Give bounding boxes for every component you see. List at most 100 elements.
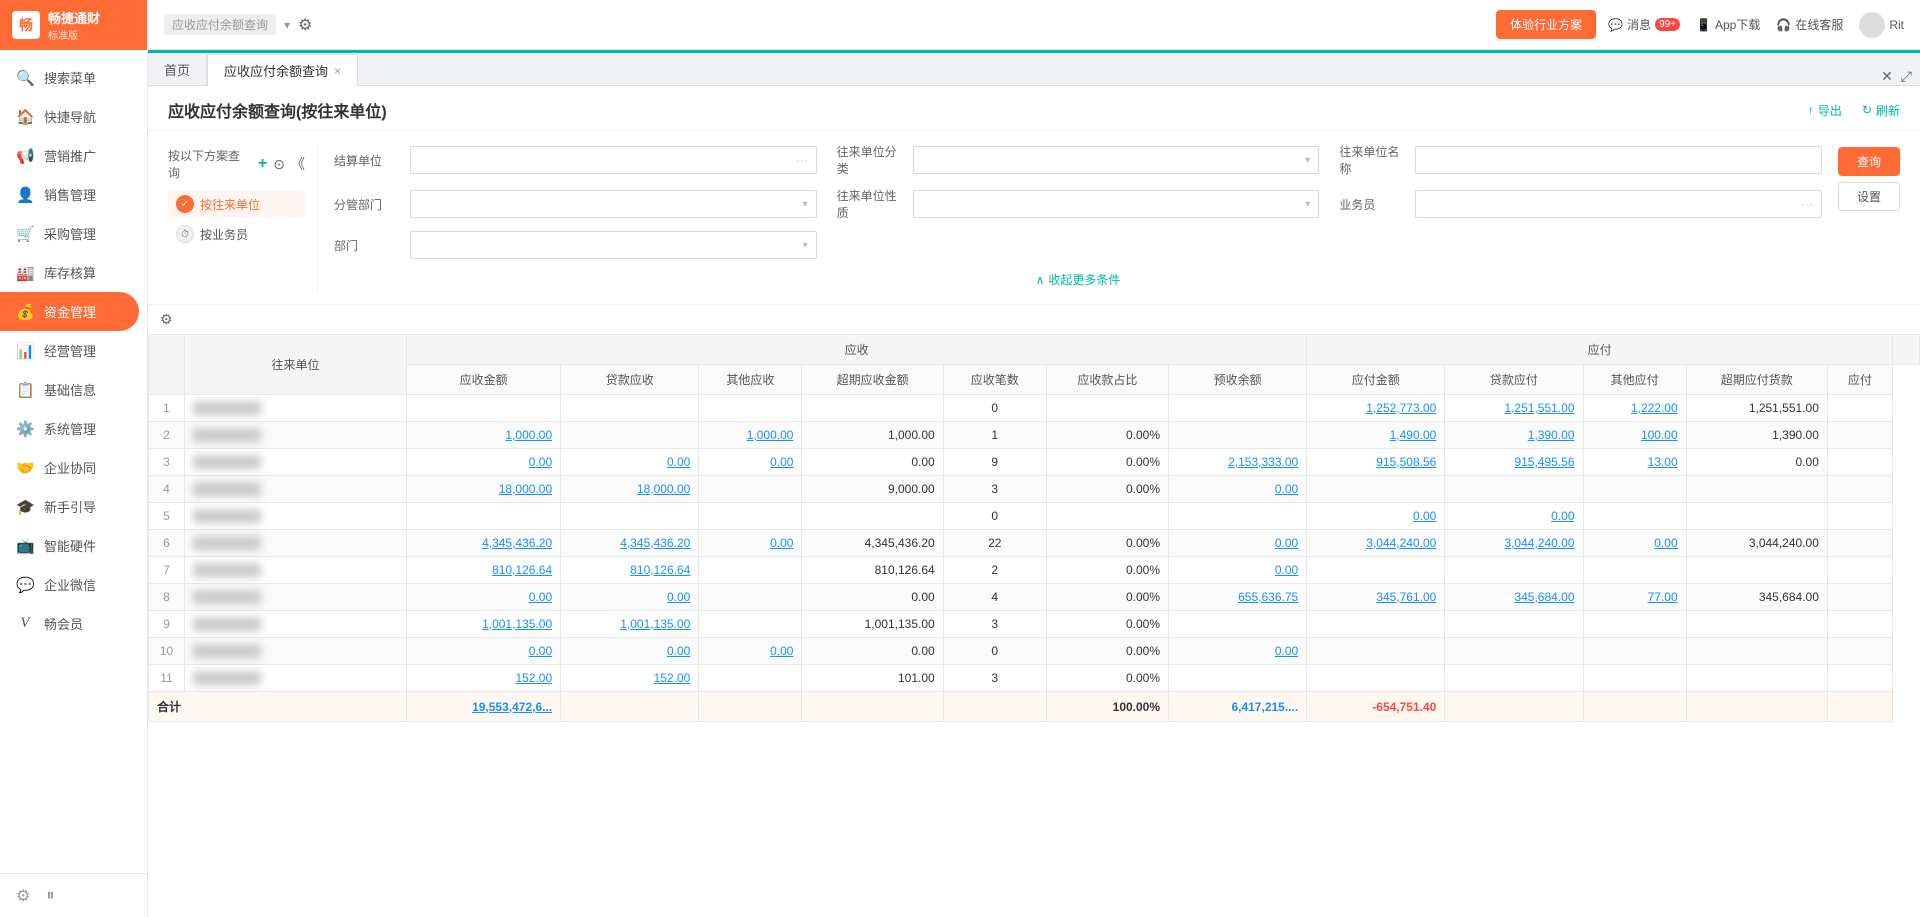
sidebar-item-collab[interactable]: 🤝 企业协同 [0,448,147,487]
sidebar-item-hardware[interactable]: 📺 智能硬件 [0,526,147,565]
blurred-text: ████████ [193,482,261,496]
cell-link[interactable]: 0.00 [1275,536,1298,550]
cell-link[interactable]: 4,345,436.20 [482,536,552,550]
partner-name: ████████ [185,611,407,638]
cell-link[interactable]: 345,684.00 [1514,590,1574,604]
sidebar-item-finance[interactable]: 💰 资金管理 [0,292,139,331]
cell-link[interactable]: 0.00 [1275,563,1298,577]
tab-active[interactable]: 应收应付余额查询 × [207,54,358,86]
settlement-ellipsis[interactable]: ··· [796,153,808,167]
sidebar-item-search[interactable]: 🔍 搜索菜单 [0,58,147,97]
filter-partner-name: 往来单位名称 [1339,143,1822,177]
cell-link[interactable]: 0.00 [1275,482,1298,496]
dept-manager-select[interactable]: ▾ [410,190,817,218]
collapse-more-button[interactable]: ∧ 收起更多条件 [1036,267,1121,292]
sidebar-item-operations[interactable]: 📊 经营管理 [0,331,147,370]
footer-collapse-icon[interactable]: ⏸ [46,887,54,905]
blurred-text: ████████ [193,509,261,523]
refresh-button[interactable]: ↻ 刷新 [1862,102,1900,119]
cell-link[interactable]: 0.00 [1551,509,1574,523]
set-button[interactable]: 设置 [1838,182,1900,211]
cell-link[interactable]: 3,044,240.00 [1504,536,1574,550]
cell-link[interactable]: 4,345,436.20 [620,536,690,550]
cell-link[interactable]: 0.00 [667,644,690,658]
query-button[interactable]: 查询 [1838,147,1900,176]
message-item[interactable]: 💬 消息 99+ [1608,16,1680,33]
tab-close-icon[interactable]: × [334,64,341,78]
cell-link[interactable]: 915,508.56 [1376,455,1436,469]
cell-link[interactable]: 18,000.00 [637,482,690,496]
sidebar-item-guide[interactable]: 🎓 新手引导 [0,487,147,526]
table-settings-icon[interactable]: ⚙ [160,311,173,327]
cell-link[interactable]: 1,490.00 [1390,428,1437,442]
sidebar-item-base[interactable]: 📋 基础信息 [0,370,147,409]
pay-extra [1827,530,1892,557]
cell-link[interactable]: 0.00 [1413,509,1436,523]
cell-link[interactable]: 13.00 [1648,455,1678,469]
cell-link[interactable]: 0.00 [770,455,793,469]
cell-link[interactable]: 1,251,551.00 [1504,401,1574,415]
cell-link[interactable]: 0.00 [1275,644,1298,658]
tab-close-window-icon[interactable]: ✕ [1881,68,1893,85]
header-gear-icon[interactable]: ⚙ [298,15,312,35]
cell-link[interactable]: 152.00 [654,671,691,685]
sidebar-item-shortcut[interactable]: 🏠 快捷导航 [0,97,147,136]
cell-link[interactable]: 1,390.00 [1528,428,1575,442]
app-download-item[interactable]: 📱 App下载 [1696,16,1760,33]
recv-ratio: 0.00% [1046,530,1168,557]
cell-link[interactable]: 0.00 [770,536,793,550]
cell-link[interactable]: 77.00 [1648,590,1678,604]
cell-link[interactable]: 152.00 [515,671,552,685]
cell-link[interactable]: 1,000.00 [505,428,552,442]
service-item[interactable]: 🎧 在线客服 [1776,16,1843,33]
cell-link[interactable]: 0.00 [529,644,552,658]
filter-collapse-icon[interactable]: 《 [291,154,305,174]
footer-settings-icon[interactable]: ⚙ [16,886,30,906]
col-partner-header: 往来单位 [185,335,407,395]
user-item[interactable]: Rit [1859,12,1904,38]
cell-link[interactable]: 915,495.56 [1514,455,1574,469]
cell-link[interactable]: 0.00 [667,590,690,604]
filter-settings-icon[interactable]: ⊙ [273,156,285,173]
query-type-partner[interactable]: ✓ 按往来单位 [168,191,305,217]
cell-link[interactable]: 1,000.00 [747,428,794,442]
solution-button[interactable]: 体验行业方案 [1496,10,1596,39]
settlement-input[interactable]: ··· [410,146,817,174]
cell-link[interactable]: 655,636.75 [1238,590,1298,604]
cell-link[interactable]: 0.00 [770,644,793,658]
sidebar-item-member[interactable]: V 畅会员 [0,604,147,643]
salesman-input[interactable]: ··· [1415,190,1822,218]
salesman-ellipsis[interactable]: ··· [1801,197,1813,211]
filter-add-icon[interactable]: + [258,155,267,173]
dept-select[interactable]: ▾ [410,231,817,259]
cell-link[interactable]: 100.00 [1641,428,1678,442]
export-button[interactable]: ↑ 导出 [1808,102,1842,119]
cell-link[interactable]: 810,126.64 [492,563,552,577]
partner-name-input[interactable] [1415,146,1822,174]
sidebar-item-system[interactable]: ⚙️ 系统管理 [0,409,147,448]
cell-link[interactable]: 0.00 [1654,536,1677,550]
sidebar-item-purchase[interactable]: 🛒 采购管理 [0,214,147,253]
cell-link[interactable]: 345,761.00 [1376,590,1436,604]
partner-nature-select[interactable]: ▾ [913,190,1320,218]
cell-link[interactable]: 18,000.00 [499,482,552,496]
cell-link[interactable]: 1,222.00 [1631,401,1678,415]
tab-expand-icon[interactable]: ⤢ [1901,68,1912,85]
recv-ratio [1046,503,1168,530]
sidebar-item-marketing[interactable]: 📢 营销推广 [0,136,147,175]
cell-link[interactable]: 1,001,135.00 [482,617,552,631]
cell-link[interactable]: 810,126.64 [630,563,690,577]
cell-link[interactable]: 2,153,333.00 [1228,455,1298,469]
tab-home[interactable]: 首页 [148,53,207,85]
cell-link[interactable]: 1,252,773.00 [1366,401,1436,415]
sidebar-item-wechat[interactable]: 💬 企业微信 [0,565,147,604]
cell-link[interactable]: 1,001,135.00 [620,617,690,631]
cell-link[interactable]: 0.00 [529,455,552,469]
sidebar-item-inventory[interactable]: 🏭 库存核算 [0,253,147,292]
sidebar-item-sales[interactable]: 👤 销售管理 [0,175,147,214]
query-type-salesman[interactable]: ⏱ 按业务员 [168,221,305,247]
cell-link[interactable]: 0.00 [667,455,690,469]
partner-category-select[interactable]: ▾ [913,146,1320,174]
cell-link[interactable]: 3,044,240.00 [1366,536,1436,550]
cell-link[interactable]: 0.00 [529,590,552,604]
